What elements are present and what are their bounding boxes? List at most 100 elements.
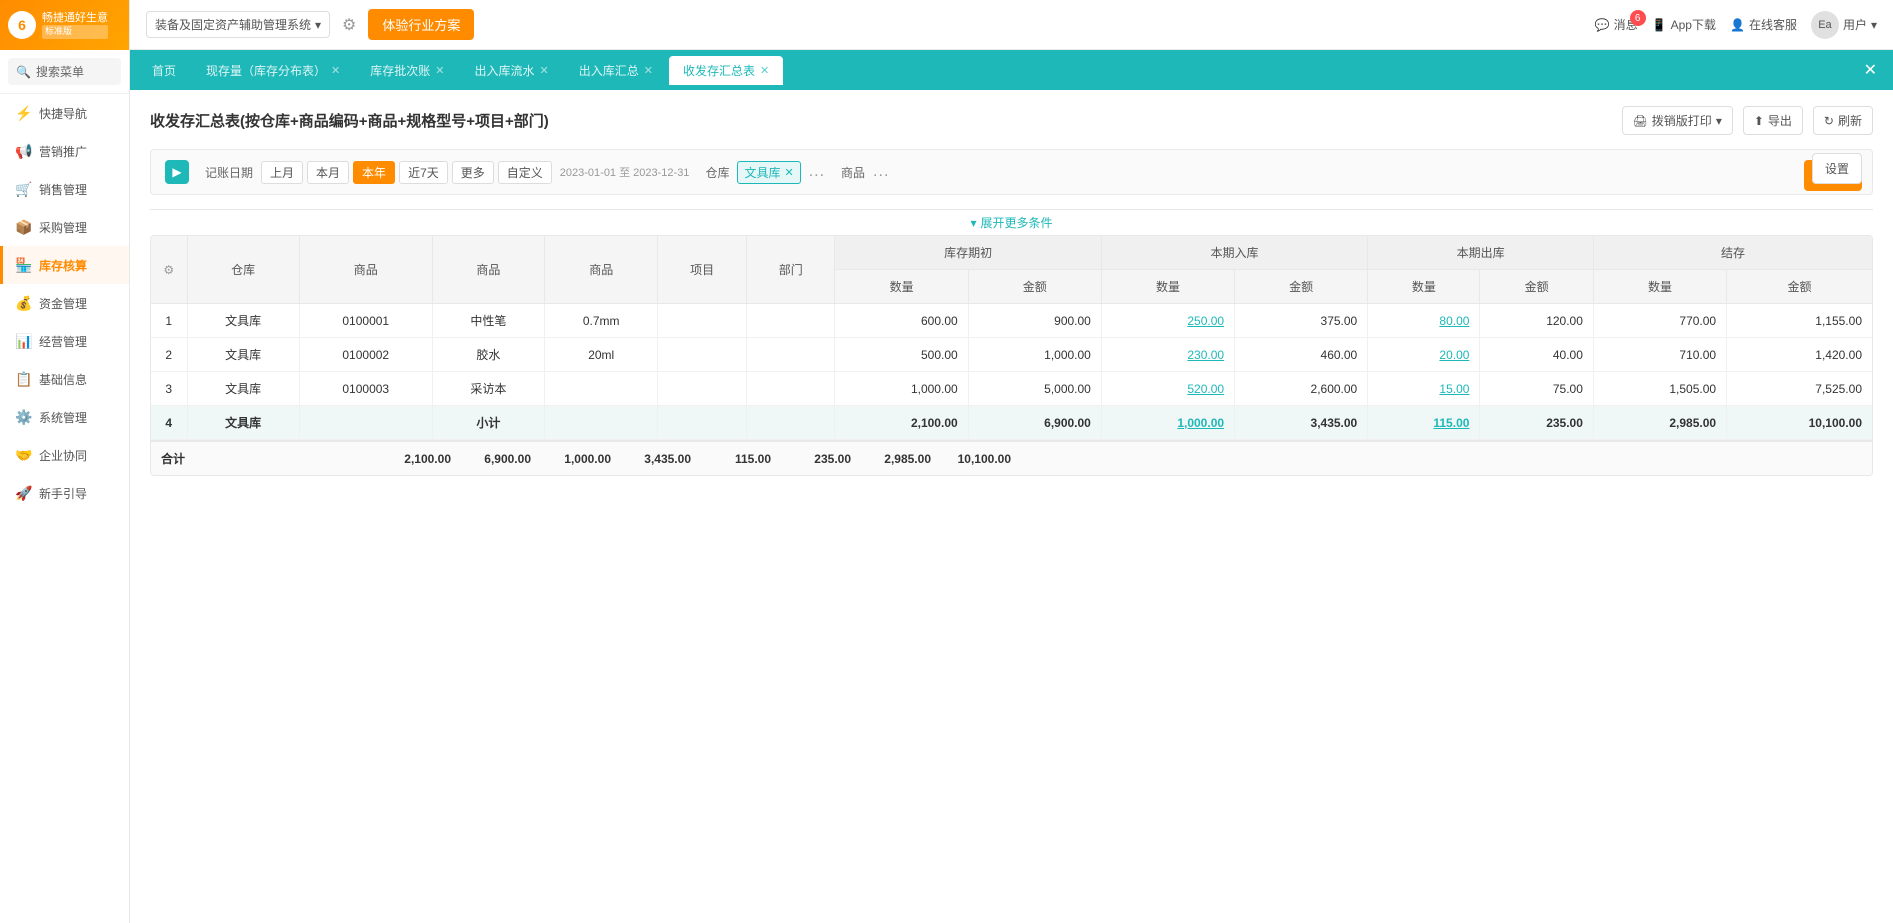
th-balance: 结存 (1593, 236, 1872, 270)
footer-numbers: 2,100.00 6,900.00 1,000.00 3,435.00 115.… (381, 452, 1862, 466)
online-support-label: 在线客服 (1749, 16, 1797, 33)
tab-batch[interactable]: 库存批次账 ✕ (356, 56, 458, 85)
cell-out-qty[interactable]: 15.00 (1368, 372, 1480, 406)
message-button[interactable]: 💬 消息 6 (1595, 16, 1638, 33)
purchase-icon: 📦 (15, 218, 33, 236)
print-icon: 🖨 (1633, 114, 1648, 128)
system-selector[interactable]: 装备及固定资产辅助管理系统 ▾ (146, 11, 330, 38)
cell-name: 采访本 (432, 372, 544, 406)
export-button[interactable]: ⬆ 导出 (1743, 106, 1803, 135)
sidebar-item-basic[interactable]: 📋 基础信息 (0, 360, 129, 398)
tab-receivable[interactable]: 收发存汇总表 ✕ (669, 56, 783, 85)
online-support-button[interactable]: 👤 在线客服 (1730, 16, 1797, 33)
tab-stock[interactable]: 现存量（库存分布表） ✕ (192, 56, 354, 85)
th-project: 项目 (658, 236, 747, 304)
cell-in-amt: 2,600.00 (1235, 372, 1368, 406)
sidebar-item-inventory[interactable]: 🏪 库存核算 (0, 246, 129, 284)
print-button[interactable]: 🖨 拨销版打印 ▾ (1622, 106, 1733, 135)
cell-bal-qty: 770.00 (1593, 304, 1726, 338)
date-btn-this-month[interactable]: 本月 (307, 161, 349, 184)
tab-stock-close-icon[interactable]: ✕ (331, 64, 340, 77)
cell-code: 0100001 (299, 304, 432, 338)
sidebar-item-sales[interactable]: 🛒 销售管理 (0, 170, 129, 208)
sidebar-item-label: 销售管理 (39, 181, 87, 198)
sidebar-item-guide[interactable]: 🚀 新手引导 (0, 474, 129, 512)
th-out: 本期出库 (1368, 236, 1594, 270)
cell-opening-amt: 5,000.00 (968, 372, 1101, 406)
goods-more-dots[interactable]: ... (873, 163, 889, 181)
experience-button[interactable]: 体验行业方案 (368, 9, 474, 40)
cell-out-qty[interactable]: 80.00 (1368, 304, 1480, 338)
date-btn-this-year[interactable]: 本年 (353, 161, 395, 184)
filter-warehouse-tag[interactable]: 文具库 ✕ (737, 161, 800, 184)
cell-out-qty[interactable]: 20.00 (1368, 338, 1480, 372)
filter-container: ▶ 记账日期 上月 本月 本年 近7天 更多 自定义 2023-01-01 至 … (150, 149, 1873, 235)
cell-out-qty[interactable]: 115.00 (1368, 406, 1480, 440)
filter-area: ▶ 记账日期 上月 本月 本年 近7天 更多 自定义 2023-01-01 至 … (150, 149, 1873, 195)
cell-bal-qty: 1,505.00 (1593, 372, 1726, 406)
print-dropdown-icon: ▾ (1716, 114, 1722, 128)
cell-spec (544, 372, 657, 406)
th-opening-qty: 数量 (835, 270, 968, 304)
table-row: 2 文具库 0100002 胶水 20ml 500.00 1,000.00 23… (151, 338, 1872, 372)
sidebar-item-purchase[interactable]: 📦 采购管理 (0, 208, 129, 246)
tab-summary[interactable]: 出入库汇总 ✕ (565, 56, 667, 85)
search-menu-label: 搜索菜单 (36, 63, 84, 80)
cell-no: 1 (151, 304, 187, 338)
tab-inout-close-icon[interactable]: ✕ (540, 64, 549, 77)
filter-warehouse-tag-close-icon[interactable]: ✕ (784, 166, 793, 179)
cell-in-qty[interactable]: 1,000.00 (1101, 406, 1234, 440)
date-btn-more[interactable]: 更多 (452, 161, 494, 184)
cell-bal-amt: 7,525.00 (1727, 372, 1872, 406)
cell-bal-amt: 1,155.00 (1727, 304, 1872, 338)
search-menu-button[interactable]: 🔍 搜索菜单 (8, 58, 121, 85)
sidebar-item-quicknav[interactable]: ⚡ 快捷导航 (0, 94, 129, 132)
tab-batch-close-icon[interactable]: ✕ (435, 64, 444, 77)
date-btn-custom[interactable]: 自定义 (498, 161, 552, 184)
sidebar-search[interactable]: 🔍 搜索菜单 (0, 50, 129, 94)
refresh-button[interactable]: ↻ 刷新 (1813, 106, 1873, 135)
tab-summary-close-icon[interactable]: ✕ (644, 64, 653, 77)
app-download-button[interactable]: 📱 App下载 (1652, 16, 1716, 33)
tab-receivable-label: 收发存汇总表 (683, 62, 755, 79)
footer-in-amt: 3,435.00 (621, 452, 701, 466)
expand-more-button[interactable]: ▾ 展开更多条件 (150, 209, 1873, 235)
th-name: 商品 (432, 236, 544, 304)
cell-in-qty[interactable]: 520.00 (1101, 372, 1234, 406)
cell-in-qty[interactable]: 230.00 (1101, 338, 1234, 372)
cell-opening-amt: 1,000.00 (968, 338, 1101, 372)
cell-opening-qty: 600.00 (835, 304, 968, 338)
cell-bal-amt: 10,100.00 (1727, 406, 1872, 440)
footer-bal-amt: 10,100.00 (941, 452, 1021, 466)
setting-button[interactable]: 设置 (1812, 153, 1862, 184)
gear-settings-icon[interactable]: ⚙ (342, 15, 356, 35)
sidebar-item-system[interactable]: ⚙️ 系统管理 (0, 398, 129, 436)
footer-bal-qty: 2,985.00 (861, 452, 941, 466)
print-label: 拨销版打印 (1652, 112, 1712, 129)
search-icon: 🔍 (16, 65, 31, 79)
tab-inout-label: 出入库流水 (474, 62, 534, 79)
date-btn-7days[interactable]: 近7天 (399, 161, 448, 184)
cell-dept (746, 406, 835, 440)
cell-warehouse: 文具库 (187, 372, 299, 406)
message-icon: 💬 (1595, 18, 1610, 32)
table-gear-icon[interactable]: ⚙ (163, 263, 174, 277)
tab-receivable-close-icon[interactable]: ✕ (760, 64, 769, 77)
quicknav-icon: ⚡ (15, 104, 33, 122)
tabs-close-all-button[interactable]: ✕ (1856, 56, 1885, 84)
tab-home[interactable]: 首页 (138, 56, 190, 85)
tab-inout[interactable]: 出入库流水 ✕ (460, 56, 562, 85)
user-menu-button[interactable]: Ea 用户 ▾ (1811, 11, 1877, 39)
cell-project (658, 406, 747, 440)
sidebar-item-collab[interactable]: 🤝 企业协同 (0, 436, 129, 474)
cell-no: 2 (151, 338, 187, 372)
sidebar-item-operations[interactable]: 📊 经营管理 (0, 322, 129, 360)
cell-code: 0100003 (299, 372, 432, 406)
sidebar-logo: 6 畅捷通好生意 标准版 (0, 0, 129, 50)
cell-in-qty[interactable]: 250.00 (1101, 304, 1234, 338)
sidebar-item-finance[interactable]: 💰 资金管理 (0, 284, 129, 322)
warehouse-more-dots[interactable]: ... (809, 163, 825, 181)
sidebar-item-marketing[interactable]: 📢 营销推广 (0, 132, 129, 170)
date-btn-last-month[interactable]: 上月 (261, 161, 303, 184)
filter-toggle-button[interactable]: ▶ (165, 160, 189, 184)
